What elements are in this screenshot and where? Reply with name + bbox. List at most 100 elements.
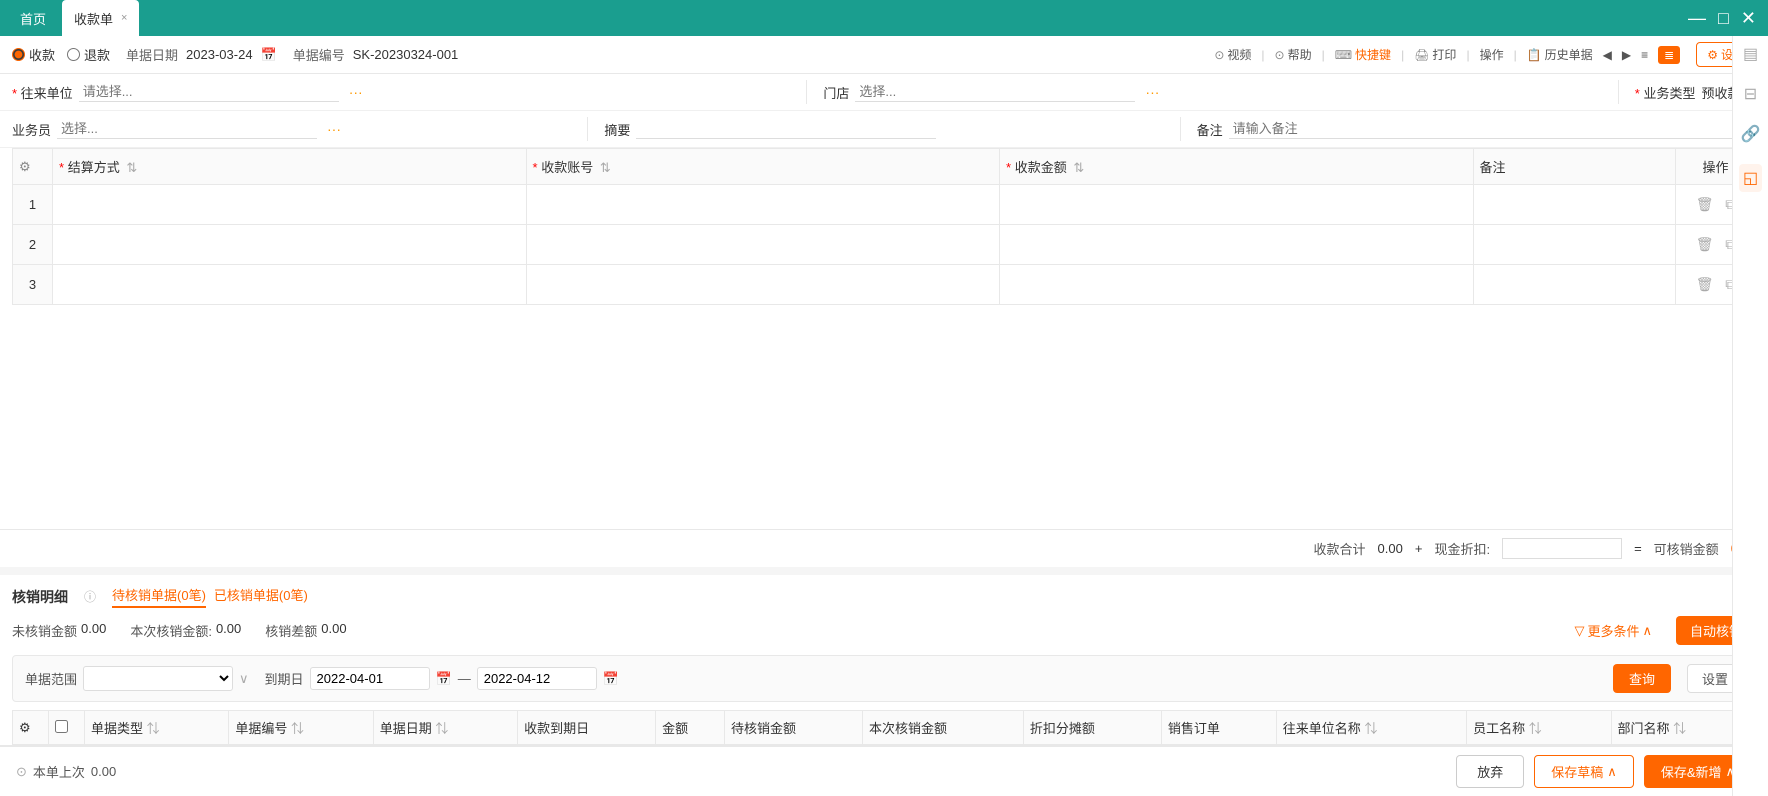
action-video[interactable]: ⊙ 视频 <box>1214 46 1251 63</box>
writeoff-tabs: 待核销单据(0笔) 已核销单据(0笔) <box>112 585 308 608</box>
action-list-view[interactable]: ≡ <box>1641 48 1648 62</box>
radio-receipt[interactable]: 收款 <box>12 45 55 64</box>
row-1-delete-btn[interactable]: 🗑 <box>1692 194 1718 215</box>
tab-done[interactable]: 已核销单据(0笔) <box>214 585 308 608</box>
discard-button[interactable]: 放弃 <box>1456 755 1524 788</box>
form-divider-4 <box>1180 117 1181 141</box>
table-section: ⚙ * 结算方式 ⇅ * 收款账号 ⇅ * 收款金额 <box>0 148 1768 529</box>
right-panel-table-icon[interactable]: ▤ <box>1743 44 1758 64</box>
save-draft-label: 保存草稿 <box>1551 762 1603 781</box>
partner-input[interactable] <box>79 82 339 102</box>
window-max-btn[interactable]: □ <box>1714 8 1733 29</box>
wt-col-sales: 销售订单 <box>1161 711 1276 745</box>
window-close-btn[interactable]: ✕ <box>1737 8 1760 29</box>
row-1-settlement[interactable] <box>53 185 527 225</box>
col-settlement-header: * 结算方式 ⇅ <box>53 149 527 185</box>
action-help[interactable]: ⊙ 帮助 <box>1275 46 1312 63</box>
table-settings-header[interactable]: ⚙ <box>13 149 53 185</box>
table-gear-icon[interactable]: ⚙ <box>19 159 31 174</box>
due-date-to-cal[interactable]: 📅 <box>603 671 619 687</box>
action-nav-next[interactable]: ▶ <box>1622 48 1631 62</box>
action-ops[interactable]: 操作 <box>1480 46 1504 63</box>
due-date-to-input[interactable] <box>477 667 597 690</box>
row-2-amount[interactable] <box>1000 225 1474 265</box>
row-3-delete-btn[interactable]: 🗑 <box>1692 274 1718 295</box>
sort-icon[interactable]: ⇅ <box>1673 721 1686 736</box>
range-select[interactable] <box>83 666 233 691</box>
action-nav-prev[interactable]: ◀ <box>1603 48 1612 62</box>
table-row: 3 🗑 ⧉ <box>13 265 1756 305</box>
window-controls: — □ ✕ <box>1684 8 1760 29</box>
account-sort-icon[interactable]: ⇅ <box>600 160 611 175</box>
chevron-icon: ∧ <box>1642 623 1652 639</box>
nav-tab-close[interactable]: × <box>121 12 127 24</box>
sum-discount-input[interactable] <box>1502 538 1622 559</box>
writeoff-info-icon[interactable]: ⓘ <box>84 588 96 605</box>
this-time-label: 本次核销金额: <box>130 621 212 640</box>
gear-icon: ⚙ <box>1707 48 1718 62</box>
window-min-btn[interactable]: — <box>1684 8 1710 29</box>
action-detail-view[interactable]: ≣ <box>1658 46 1680 64</box>
doc-no-value: SK-20230324-001 <box>353 47 459 62</box>
video-icon: ⊙ <box>1214 48 1224 62</box>
action-shortcut[interactable]: ⌨ 快捷键 <box>1335 46 1391 63</box>
footer-amount: 0.00 <box>91 764 116 779</box>
radio-refund[interactable]: 退款 <box>67 45 110 64</box>
staff-input[interactable] <box>57 119 317 139</box>
wt-gear-icon[interactable]: ⚙ <box>19 720 31 735</box>
row-1-num: 1 <box>13 185 53 225</box>
sort-icon[interactable]: ⇅ <box>1364 721 1377 736</box>
wt-checkbox-header[interactable] <box>49 711 85 745</box>
wt-select-all[interactable] <box>55 720 68 733</box>
row-3-remark[interactable] <box>1473 265 1676 305</box>
store-input[interactable] <box>855 82 1135 102</box>
right-panel-expand-icon[interactable]: ◱ <box>1739 164 1762 192</box>
nav-home[interactable]: 首页 <box>8 0 58 36</box>
row-2-delete-btn[interactable]: 🗑 <box>1692 234 1718 255</box>
help-icon: ⊙ <box>1275 48 1285 62</box>
writeoff-filter-row: 单据范围 ∨ 到期日 📅 — 📅 查询 设置 <box>12 655 1756 702</box>
remark-input[interactable] <box>1229 119 1756 139</box>
right-panel-list-icon[interactable]: ⊟ <box>1744 84 1757 104</box>
tab-pending[interactable]: 待核销单据(0笔) <box>112 585 206 608</box>
settlement-sort-icon[interactable]: ⇅ <box>126 160 137 175</box>
toolbar-row: 收款 退款 单据日期 2023-03-24 📅 单据编号 SK-20230324… <box>0 36 1768 74</box>
wt-settings-header[interactable]: ⚙ <box>13 711 49 745</box>
store-more-btn[interactable]: ··· <box>1141 84 1163 100</box>
due-date-from-cal[interactable]: 📅 <box>436 671 452 687</box>
doc-date-cal-icon[interactable]: 📅 <box>261 47 277 63</box>
save-draft-button[interactable]: 保存草稿 ∧ <box>1534 755 1634 788</box>
row-3-amount[interactable] <box>1000 265 1474 305</box>
staff-more-btn[interactable]: ··· <box>323 121 345 137</box>
sort-icon[interactable]: ⇅ <box>147 721 160 736</box>
radio-receipt-input[interactable] <box>12 48 25 61</box>
row-3-account[interactable] <box>526 265 1000 305</box>
shortcut-label: 快捷键 <box>1355 46 1391 63</box>
summary-input[interactable] <box>636 119 936 139</box>
query-button[interactable]: 查询 <box>1613 664 1671 693</box>
radio-refund-input[interactable] <box>67 48 80 61</box>
nav-tab-receipt[interactable]: 收款单 × <box>62 0 139 36</box>
action-print[interactable]: 🖨 打印 <box>1414 46 1456 63</box>
sort-icon[interactable]: ⇅ <box>435 721 448 736</box>
row-1-amount[interactable] <box>1000 185 1474 225</box>
row-2-remark[interactable] <box>1473 225 1676 265</box>
main-content: 收款 退款 单据日期 2023-03-24 📅 单据编号 SK-20230324… <box>0 36 1768 796</box>
amount-sort-icon[interactable]: ⇅ <box>1073 160 1084 175</box>
row-1-remark[interactable] <box>1473 185 1676 225</box>
partner-more-btn[interactable]: ··· <box>345 84 367 100</box>
row-3-settlement[interactable] <box>53 265 527 305</box>
row-3-num: 3 <box>13 265 53 305</box>
toolbar-actions: ⊙ 视频 | ⊙ 帮助 | ⌨ 快捷键 | 🖨 打印 | 操作 | <box>1214 46 1680 64</box>
row-2-settlement[interactable] <box>53 225 527 265</box>
right-panel-link-icon[interactable]: 🔗 <box>1741 124 1761 144</box>
writeoff-section: 核销明细 ⓘ 待核销单据(0笔) 已核销单据(0笔) 未核销金额 0.00 本次… <box>0 575 1768 745</box>
action-history[interactable]: 📋 历史单据 <box>1527 46 1593 63</box>
row-2-account[interactable] <box>526 225 1000 265</box>
more-conditions-btn[interactable]: ▽ 更多条件 ∧ <box>1574 621 1652 640</box>
help-label: 帮助 <box>1288 46 1312 63</box>
row-1-account[interactable] <box>526 185 1000 225</box>
due-date-from-input[interactable] <box>310 667 430 690</box>
sort-icon[interactable]: ⇅ <box>291 721 304 736</box>
sort-icon[interactable]: ⇅ <box>1529 721 1542 736</box>
